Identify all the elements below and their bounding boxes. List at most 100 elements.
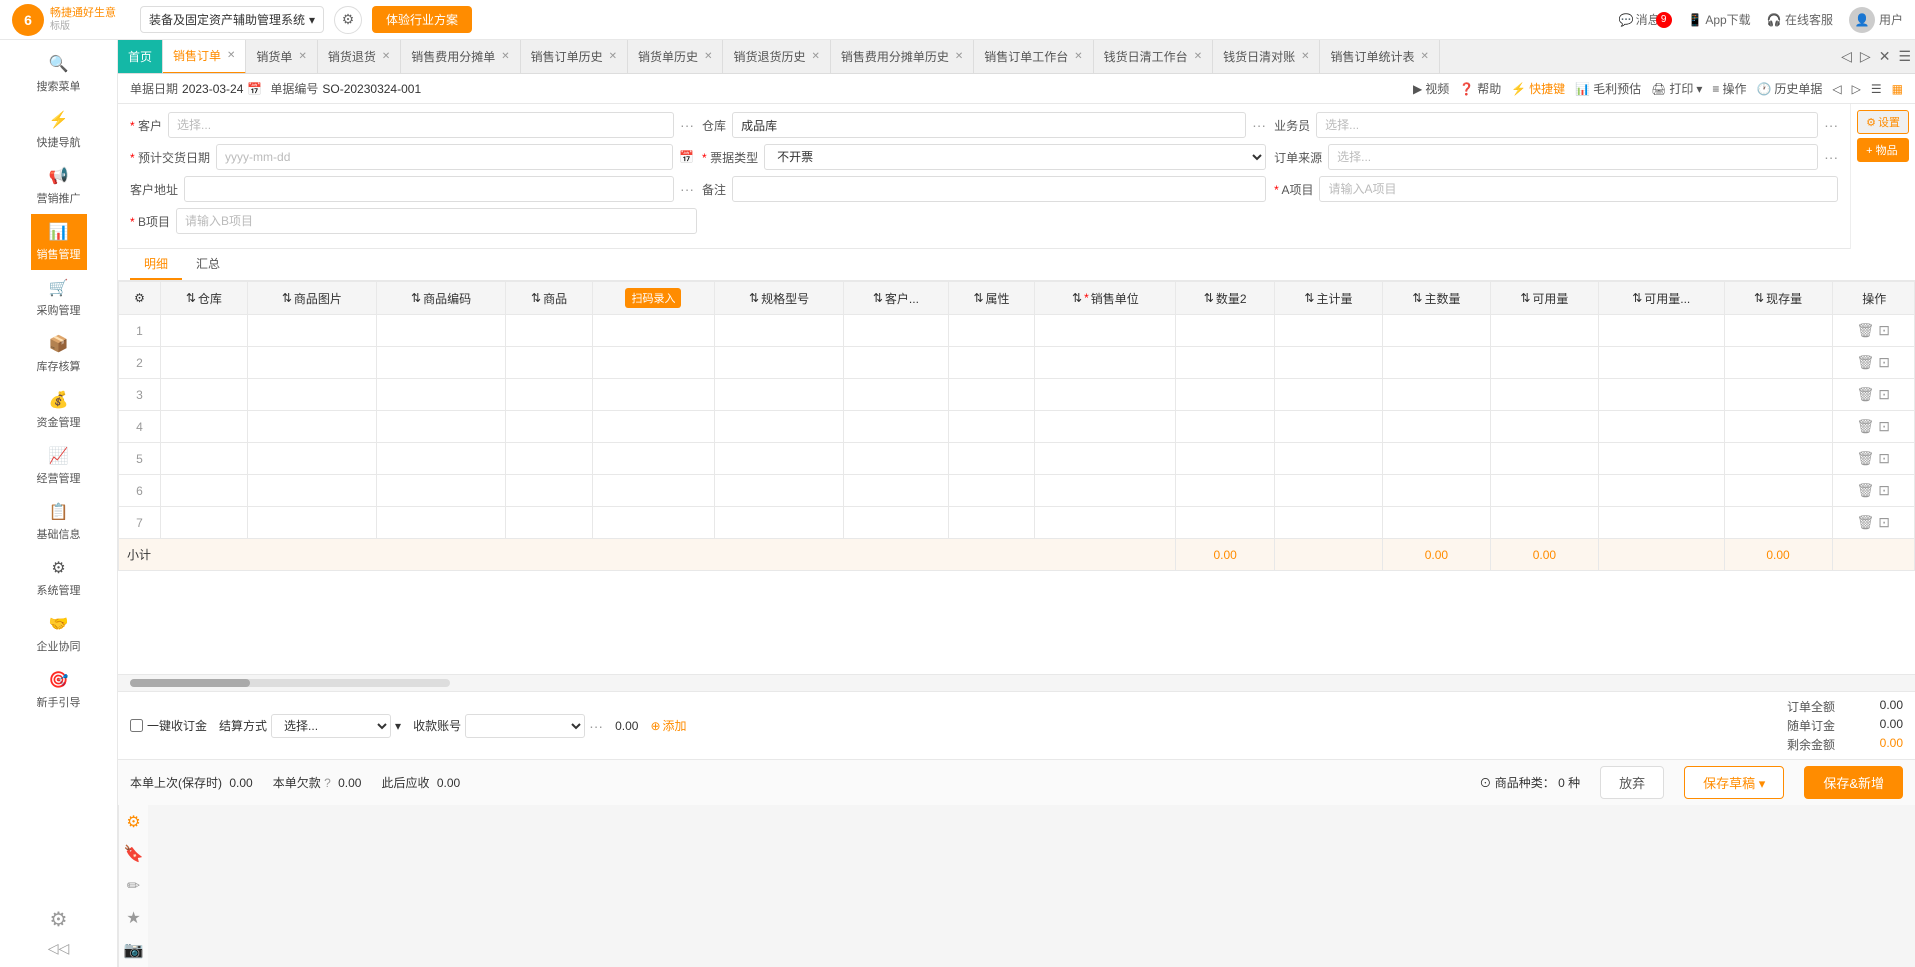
delete-icon[interactable]: 🗑 — [1857, 354, 1875, 371]
tab-1[interactable]: 销售订单✕ — [163, 40, 246, 74]
copy-icon[interactable]: ⊡ — [1878, 354, 1890, 371]
order-source-input[interactable] — [1328, 144, 1818, 170]
set-button[interactable]: ⚙ 设置 — [1857, 110, 1909, 134]
tab-close-icon[interactable]: ✕ — [704, 51, 712, 62]
tab-2[interactable]: 销货单✕ — [246, 40, 317, 74]
one-key-checkbox[interactable] — [130, 719, 143, 732]
operation-button[interactable]: ≡ 操作 — [1712, 80, 1746, 97]
tabs-prev-button[interactable]: ◁ — [1837, 48, 1856, 65]
bookmark-icon[interactable]: 🔖 — [121, 841, 147, 867]
app-download-link[interactable]: 📱 App下载 — [1688, 11, 1751, 28]
help-button[interactable]: ❓ 帮助 — [1459, 80, 1501, 97]
delete-icon[interactable]: 🗑 — [1857, 482, 1875, 499]
project-a-input[interactable] — [1319, 176, 1838, 202]
settings-panel-icon[interactable]: ⚙ — [123, 809, 143, 835]
sidebar-item-搜索菜单[interactable]: 🔍搜索菜单 — [31, 46, 87, 102]
shortcut-button[interactable]: ⚡ 快捷键 — [1511, 80, 1565, 97]
scrollbar-thumb[interactable] — [130, 679, 250, 687]
col-header-attr[interactable]: ⇅ 属性 — [948, 282, 1035, 315]
copy-icon[interactable]: ⊡ — [1878, 450, 1890, 467]
order-source-more-icon[interactable]: ··· — [1824, 149, 1838, 165]
salesperson-more-icon[interactable]: ··· — [1824, 117, 1838, 133]
invoice-select[interactable]: 不开票 — [764, 144, 1266, 170]
tab-close-icon[interactable]: ✕ — [1194, 51, 1202, 62]
detail-tab-0[interactable]: 明细 — [130, 249, 182, 280]
copy-icon[interactable]: ⊡ — [1878, 322, 1890, 339]
sidebar-item-采购管理[interactable]: 🛒采购管理 — [31, 270, 87, 326]
tab-close-icon[interactable]: ✕ — [501, 51, 509, 62]
tab-10[interactable]: 钱货日清工作台✕ — [1094, 40, 1213, 74]
add-goods-button[interactable]: + 物品 — [1857, 138, 1909, 162]
col-header-spec[interactable]: ⇅ 规格型号 — [714, 282, 843, 315]
table-container[interactable]: ⚙⇅ 仓库⇅ 商品图片⇅ 商品编码⇅ 商品扫码录入⇅ 规格型号⇅ 客户...⇅ … — [118, 281, 1915, 674]
col-header-qty2[interactable]: ⇅ 数量2 — [1176, 282, 1275, 315]
col-header-action[interactable]: 操作 — [1832, 282, 1914, 315]
system-selector[interactable]: 装备及固定资产辅助管理系统 ▾ — [140, 6, 324, 33]
solution-button[interactable]: 体验行业方案 — [372, 6, 472, 33]
tab-close-icon[interactable]: ✕ — [1074, 51, 1082, 62]
payment-select[interactable] — [271, 714, 391, 738]
sidebar-item-销售管理[interactable]: 📊销售管理 — [31, 214, 87, 270]
col-header-goods[interactable]: ⇅ 商品 — [506, 282, 593, 315]
sidebar-item-系统管理[interactable]: ⚙系统管理 — [31, 550, 87, 606]
sidebar-item-营销推广[interactable]: 📢营销推广 — [31, 158, 87, 214]
warehouse-input[interactable] — [732, 112, 1246, 138]
tab-3[interactable]: 销货退货✕ — [318, 40, 401, 74]
account-more-icon[interactable]: ··· — [589, 718, 603, 734]
tab-close-icon[interactable]: ✕ — [811, 51, 819, 62]
settings-button[interactable]: ⚙ — [334, 6, 362, 34]
copy-icon[interactable]: ⊡ — [1878, 386, 1890, 403]
collapse-sidebar-button[interactable]: ◁◁ — [48, 940, 70, 957]
add-payment-button[interactable]: ⊕ 添加 — [650, 717, 686, 734]
tab-close-icon[interactable]: ✕ — [955, 51, 963, 62]
scan-button[interactable]: 扫码录入 — [625, 288, 681, 308]
tab-6[interactable]: 销货单历史✕ — [628, 40, 723, 74]
copy-icon[interactable]: ⊡ — [1878, 482, 1890, 499]
delete-icon[interactable]: 🗑 — [1857, 418, 1875, 435]
col-header-settings[interactable]: ⚙ — [119, 282, 161, 315]
customer-more-icon[interactable]: ··· — [680, 117, 694, 133]
tab-9[interactable]: 销售订单工作台✕ — [974, 40, 1093, 74]
project-b-input[interactable] — [176, 208, 697, 234]
message-area[interactable]: 💬 消息 9 — [1619, 11, 1672, 28]
col-header-stock[interactable]: ⇅ 现存量 — [1724, 282, 1832, 315]
save-draft-button[interactable]: 保存草稿 ▾ — [1684, 766, 1784, 799]
tabs-close-all-button[interactable]: ✕ — [1875, 48, 1895, 65]
delivery-input[interactable] — [216, 144, 673, 170]
col-header-image[interactable]: ⇅ 商品图片 — [247, 282, 376, 315]
tab-8[interactable]: 销售费用分摊单历史✕ — [831, 40, 974, 74]
next-page-icon[interactable]: ▷ — [1852, 82, 1861, 96]
tab-close-icon[interactable]: ✕ — [1421, 51, 1429, 62]
edit-icon[interactable]: ✏ — [124, 873, 143, 899]
user-area[interactable]: 👤 用户 — [1849, 7, 1903, 33]
sidebar-item-企业协同[interactable]: 🤝企业协同 — [31, 606, 87, 662]
discard-button[interactable]: 放弃 — [1600, 766, 1664, 799]
sidebar-item-基础信息[interactable]: 📋基础信息 — [31, 494, 87, 550]
col-header-avail[interactable]: ⇅ 可用量 — [1490, 282, 1598, 315]
prev-page-icon[interactable]: ◁ — [1832, 82, 1841, 96]
calendar-icon[interactable]: 📅 — [247, 82, 262, 96]
delivery-calendar-icon[interactable]: 📅 — [679, 150, 694, 164]
tab-5[interactable]: 销售订单历史✕ — [521, 40, 628, 74]
col-header-main_qty[interactable]: ⇅ 主数量 — [1382, 282, 1490, 315]
tab-7[interactable]: 销货退货历史✕ — [723, 40, 830, 74]
grid-view-icon[interactable]: ▦ — [1892, 82, 1903, 96]
tab-0[interactable]: 首页 — [118, 40, 163, 74]
copy-icon[interactable]: ⊡ — [1878, 514, 1890, 531]
customer-input[interactable] — [168, 112, 674, 138]
col-header-code[interactable]: ⇅ 商品编码 — [376, 282, 505, 315]
sidebar-item-快捷导航[interactable]: ⚡快捷导航 — [31, 102, 87, 158]
tab-close-icon[interactable]: ✕ — [298, 51, 306, 62]
scan-panel-icon[interactable]: 📷 — [121, 937, 147, 963]
view-button[interactable]: ▶ 视频 — [1413, 80, 1449, 97]
sidebar-item-新手引导[interactable]: 🎯新手引导 — [31, 662, 87, 718]
delete-icon[interactable]: 🗑 — [1857, 386, 1875, 403]
copy-icon[interactable]: ⊡ — [1878, 418, 1890, 435]
delete-icon[interactable]: 🗑 — [1857, 514, 1875, 531]
tab-close-icon[interactable]: ✕ — [382, 51, 390, 62]
print-button[interactable]: 🖨 打印 ▾ — [1651, 80, 1702, 97]
col-header-warehouse[interactable]: ⇅ 仓库 — [161, 282, 248, 315]
online-support-link[interactable]: 🎧 在线客服 — [1767, 11, 1833, 28]
delete-icon[interactable]: 🗑 — [1857, 322, 1875, 339]
col-header-customer_code[interactable]: ⇅ 客户... — [844, 282, 948, 315]
